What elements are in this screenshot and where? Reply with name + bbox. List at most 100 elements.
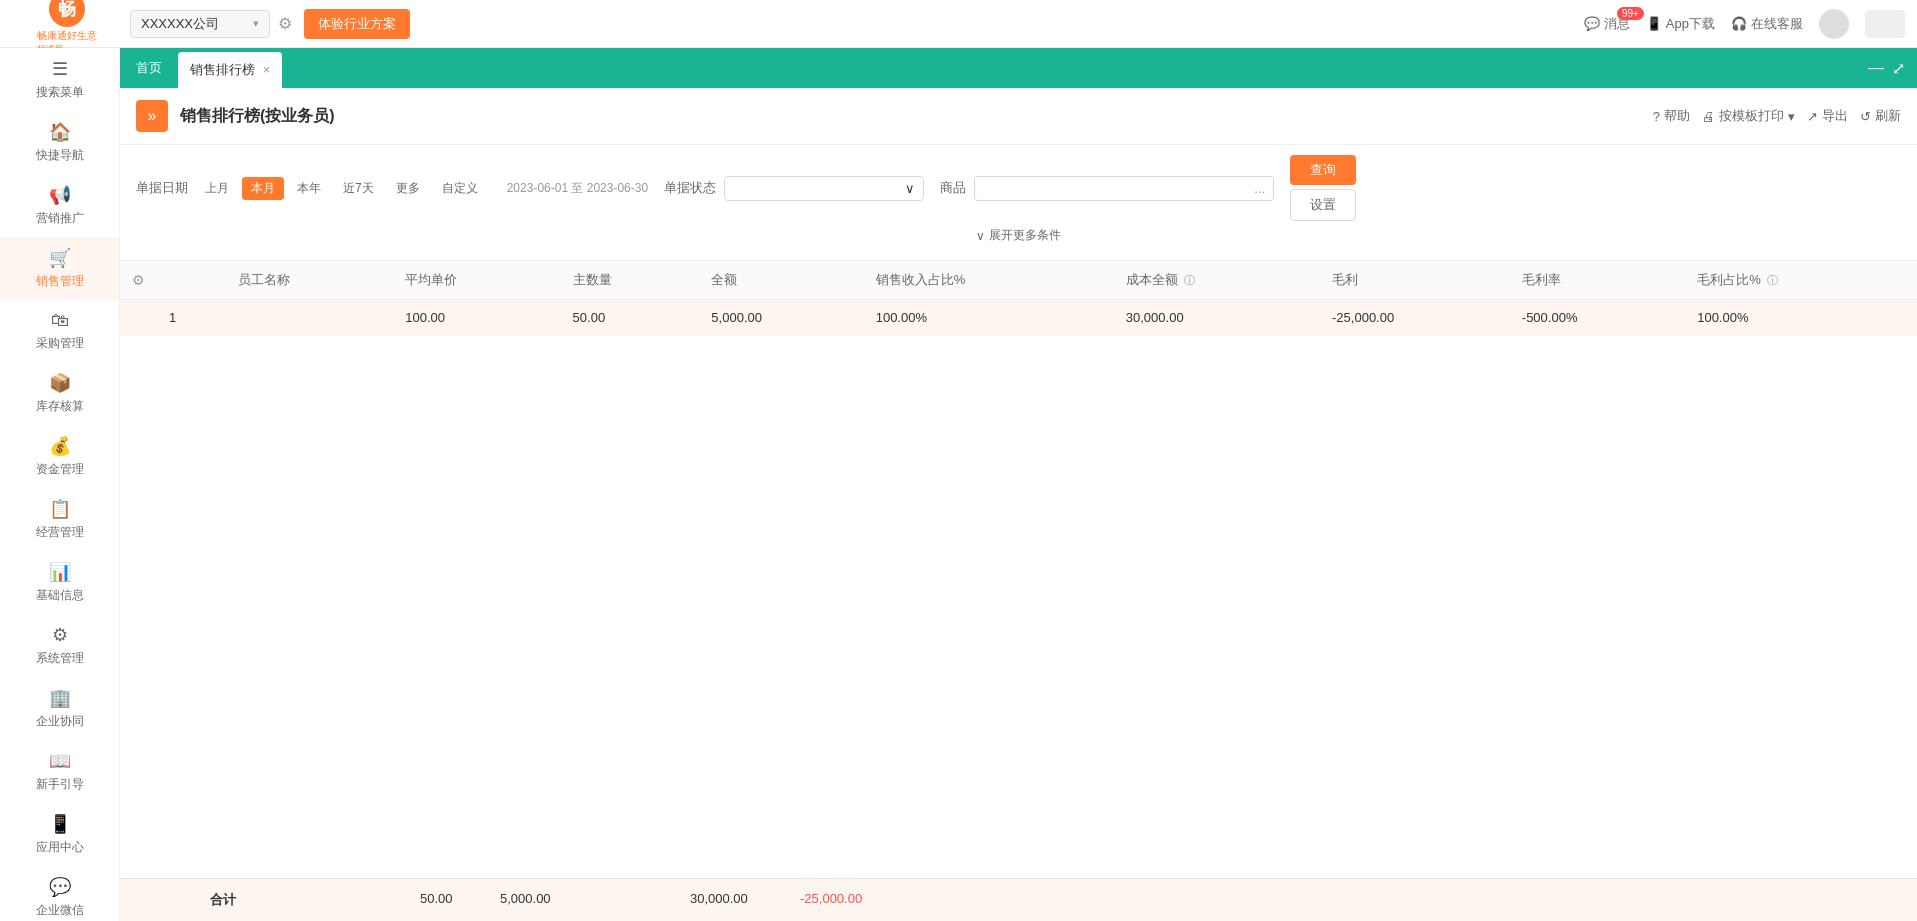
sidebar-item-quick-nav[interactable]: 🏠 快捷导航 [0, 111, 119, 174]
avatar[interactable] [1819, 9, 1849, 39]
sidebar-label-marketing: 营销推广 [36, 210, 84, 227]
goods-filter: 商品 ... [940, 176, 1274, 201]
message-badge: 99+ [1617, 7, 1644, 20]
company-selector[interactable]: XXXXXX公司 ▾ [130, 10, 270, 38]
print-icon: 🖨 [1702, 109, 1715, 124]
row-amount: 5,000.00 [699, 300, 863, 336]
sidebar-item-app-center[interactable]: 📱 应用中心 [0, 803, 119, 866]
inventory-icon: 📦 [49, 372, 71, 394]
page-title: 销售排行榜(按业务员) [180, 106, 1653, 127]
date-filter: 单据日期 上月 本月 本年 近7天 更多 自定义 [136, 177, 487, 200]
sidebar-item-wechat[interactable]: 💬 企业微信 [0, 866, 119, 921]
refresh-icon: ↺ [1860, 109, 1871, 124]
tab-minimize-button[interactable]: — [1868, 59, 1884, 77]
sidebar-item-operations[interactable]: 📋 经营管理 [0, 488, 119, 551]
footer-cost: 30,000.00 [678, 889, 788, 911]
trial-button[interactable]: 体验行业方案 [304, 9, 410, 39]
goods-select[interactable]: ... [974, 176, 1274, 201]
cost-info-icon[interactable]: ⓘ [1184, 274, 1195, 286]
filter-settings-button[interactable]: 设置 [1290, 189, 1356, 221]
tab-close-icon[interactable]: × [263, 52, 270, 88]
col-sales-pct: 销售收入占比% [864, 261, 1114, 300]
status-select[interactable]: ∨ [724, 176, 924, 201]
sidebar-item-sales[interactable]: 🛒 销售管理 [0, 237, 119, 300]
menu-icon: ☰ [52, 58, 68, 80]
footer-spacer-icon [132, 889, 168, 911]
date-tab-more[interactable]: 更多 [387, 177, 429, 200]
sidebar-item-purchase[interactable]: 🛍 采购管理 [0, 300, 119, 362]
company-name: XXXXXX公司 [141, 15, 247, 33]
message-button[interactable]: 💬 消息 99+ [1584, 15, 1630, 33]
sidebar-label-operations: 经营管理 [36, 524, 84, 541]
tab-label: 销售排行榜 [190, 52, 255, 88]
sidebar-label-wechat: 企业微信 [36, 902, 84, 919]
marketing-icon: 📢 [49, 184, 71, 206]
col-settings-icon[interactable]: ⚙ [132, 272, 145, 288]
footer-gross: -25,000.00 [788, 889, 888, 911]
col-amount: 全额 [699, 261, 863, 300]
col-employee: 员工名称 [226, 261, 393, 300]
date-range-text: 2023-06-01 至 2023-06-30 [507, 180, 648, 197]
logo-icon: 畅 [49, 0, 85, 27]
date-tab-7days[interactable]: 近7天 [334, 177, 383, 200]
sidebar-item-guide[interactable]: 📖 新手引导 [0, 740, 119, 803]
goods-more-btn[interactable]: ... [1254, 181, 1265, 196]
gross-pct-info-icon[interactable]: ⓘ [1767, 274, 1778, 286]
footer-qty: 50.00 [408, 889, 488, 911]
page-content: » 销售排行榜(按业务员) ? 帮助 🖨 按模板打印 ▾ ↗ 导出 [120, 88, 1917, 921]
settings-icon[interactable]: ⚙ [278, 14, 292, 33]
sales-icon: 🛒 [49, 247, 71, 269]
phone-icon: 📱 [1646, 16, 1662, 31]
sidebar-item-inventory[interactable]: 📦 库存核算 [0, 362, 119, 425]
sidebar-item-search-order[interactable]: ☰ 搜索菜单 [0, 48, 119, 111]
sidebar-item-marketing[interactable]: 📢 营销推广 [0, 174, 119, 237]
sidebar-item-finance[interactable]: 💰 资金管理 [0, 425, 119, 488]
export-icon: ↗ [1807, 109, 1818, 124]
date-tab-this-month[interactable]: 本月 [242, 177, 284, 200]
system-icon: ⚙ [52, 624, 68, 646]
col-qty: 主数量 [561, 261, 700, 300]
filter-buttons: 查询 设置 [1290, 155, 1356, 221]
sidebar-item-basic-info[interactable]: 📊 基础信息 [0, 551, 119, 614]
print-chevron: ▾ [1788, 109, 1795, 124]
sidebar-item-enterprise[interactable]: 🏢 企业协同 [0, 677, 119, 740]
col-avg-price: 平均单价 [393, 261, 560, 300]
sidebar-item-system[interactable]: ⚙ 系统管理 [0, 614, 119, 677]
date-range-display: 2023-06-01 至 2023-06-30 [503, 180, 648, 197]
status-filter: 单据状态 ∨ [664, 176, 924, 201]
filter-toggle-button[interactable]: » [136, 100, 168, 132]
tab-home[interactable]: 首页 [120, 48, 178, 88]
tab-sales-ranking[interactable]: 销售排行榜 × [178, 52, 282, 88]
filter-area: 单据日期 上月 本月 本年 近7天 更多 自定义 2023-06-01 至 20… [120, 145, 1917, 261]
online-service-button[interactable]: 🎧 在线客服 [1731, 15, 1803, 33]
export-button[interactable]: ↗ 导出 [1807, 107, 1848, 125]
row-avg-price: 100.00 [393, 300, 560, 336]
help-button[interactable]: ? 帮助 [1653, 107, 1690, 125]
print-button[interactable]: 🖨 按模板打印 ▾ [1702, 107, 1795, 125]
app-download-button[interactable]: 📱 App下载 [1646, 15, 1715, 33]
footer-amount: 5,000.00 [488, 889, 578, 911]
date-tab-last-month[interactable]: 上月 [196, 177, 238, 200]
col-gross-pct: 毛利占比% ⓘ [1685, 261, 1917, 300]
table-footer: 合计 50.00 5,000.00 30,000.00 -25,000.00 [120, 878, 1917, 921]
date-tab-this-year[interactable]: 本年 [288, 177, 330, 200]
row-gross-pct: 100.00% [1685, 300, 1917, 336]
date-tabs: 上月 本月 本年 近7天 更多 自定义 [196, 177, 487, 200]
tab-maximize-button[interactable]: ⤢ [1892, 59, 1905, 78]
status-label: 单据状态 [664, 179, 716, 197]
sidebar-label-search: 搜索菜单 [36, 84, 84, 101]
enterprise-icon: 🏢 [49, 687, 71, 709]
refresh-button[interactable]: ↺ 刷新 [1860, 107, 1901, 125]
chevron-down-icon: ▾ [253, 17, 259, 30]
sidebar-label-guide: 新手引导 [36, 776, 84, 793]
row-gross: -25,000.00 [1320, 300, 1510, 336]
guide-icon: 📖 [49, 750, 71, 772]
col-settings[interactable]: ⚙ [120, 261, 157, 300]
date-tab-custom[interactable]: 自定义 [433, 177, 487, 200]
ranking-table: ⚙ 员工名称 平均单价 主数量 全额 销售收入占比% 成本全额 ⓘ [120, 261, 1917, 336]
message-icon: 💬 [1584, 16, 1600, 31]
sidebar-label-enterprise: 企业协同 [36, 713, 84, 730]
tab-bar: 首页 销售排行榜 × — ⤢ [120, 48, 1917, 88]
expand-button[interactable]: ∨ 展开更多条件 [976, 227, 1061, 244]
query-button[interactable]: 查询 [1290, 155, 1356, 185]
